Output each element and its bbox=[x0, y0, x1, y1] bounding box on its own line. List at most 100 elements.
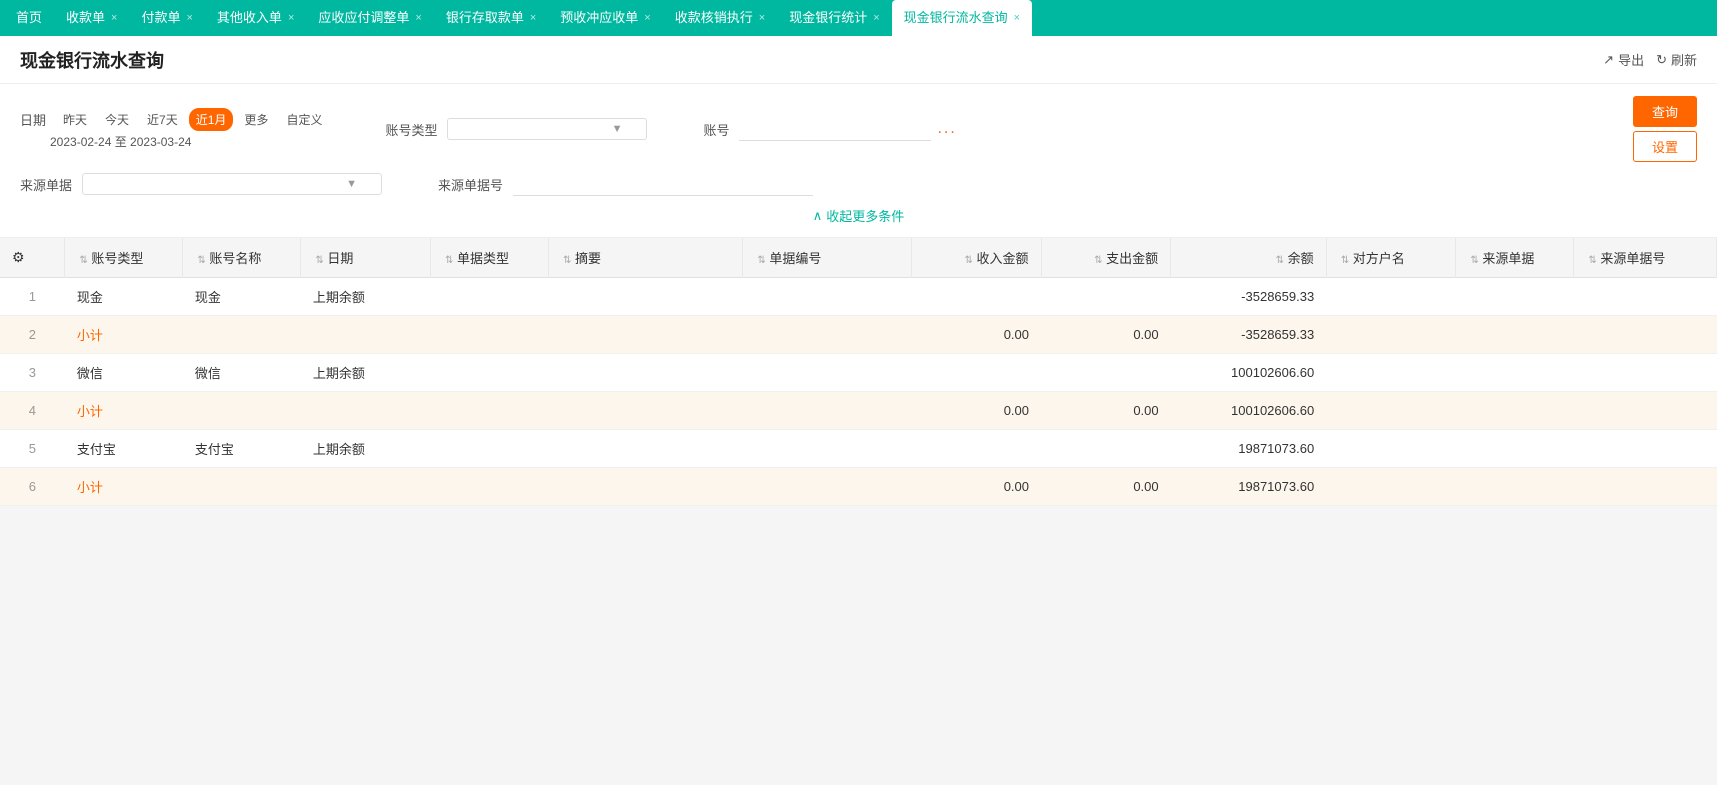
table-row: 1现金现金上期余额-3528659.33 bbox=[0, 278, 1717, 316]
account-type-select[interactable]: ▼ bbox=[447, 118, 647, 140]
nav-close-verify[interactable]: × bbox=[759, 0, 765, 36]
cell-src_doc bbox=[1456, 278, 1574, 316]
nav-item-verify[interactable]: 收款核销执行 × bbox=[663, 0, 777, 36]
collapse-label: 收起更多条件 bbox=[826, 206, 904, 225]
th-src-doc[interactable]: ⇅ 来源单据 bbox=[1456, 238, 1574, 278]
cell-abstract bbox=[548, 278, 742, 316]
nav-close-other-income[interactable]: × bbox=[288, 0, 294, 36]
cell-date: 上期余额 bbox=[301, 430, 431, 468]
collapse-button[interactable]: ∧ 收起更多条件 bbox=[20, 206, 1697, 225]
date-7days[interactable]: 近7天 bbox=[140, 108, 185, 131]
page-title: 现金银行流水查询 bbox=[20, 47, 164, 73]
sort-icon-date: ⇅ bbox=[315, 255, 323, 266]
nav-item-adjustment[interactable]: 应收应付调整单 × bbox=[306, 0, 433, 36]
cell-doc_type bbox=[430, 468, 548, 506]
date-today[interactable]: 今天 bbox=[98, 108, 136, 131]
account-ellipsis-button[interactable]: ... bbox=[937, 120, 956, 138]
cell-src_doc bbox=[1456, 316, 1574, 354]
cell-abstract bbox=[548, 430, 742, 468]
nav-item-stats[interactable]: 现金银行统计 × bbox=[777, 0, 891, 36]
nav-item-bank-deposit[interactable]: 银行存取款单 × bbox=[434, 0, 548, 36]
table-row: 2小计0.000.00-3528659.33 bbox=[0, 316, 1717, 354]
gear-icon[interactable]: ⚙ bbox=[12, 249, 25, 265]
table-row: 4小计0.000.00100102606.60 bbox=[0, 392, 1717, 430]
nav-close-receipt[interactable]: × bbox=[111, 0, 117, 36]
sort-icon-counterparty: ⇅ bbox=[1341, 255, 1349, 266]
cell-counterparty bbox=[1326, 354, 1456, 392]
cell-income: 0.00 bbox=[911, 468, 1041, 506]
cell-counterparty bbox=[1326, 468, 1456, 506]
cell-income bbox=[911, 278, 1041, 316]
setting-button[interactable]: 设置 bbox=[1633, 131, 1697, 162]
th-doc-type[interactable]: ⇅ 单据类型 bbox=[430, 238, 548, 278]
nav-close-stats[interactable]: × bbox=[873, 0, 879, 36]
sort-icon-income: ⇅ bbox=[964, 255, 972, 266]
th-date[interactable]: ⇅ 日期 bbox=[301, 238, 431, 278]
cell-acct_type: 支付宝 bbox=[65, 430, 183, 468]
th-src-doc-num[interactable]: ⇅ 来源单据号 bbox=[1574, 238, 1717, 278]
refresh-label: 刷新 bbox=[1671, 50, 1697, 69]
date-more[interactable]: 更多 bbox=[237, 108, 275, 131]
date-custom[interactable]: 自定义 bbox=[279, 108, 329, 131]
nav-close-prepay[interactable]: × bbox=[644, 0, 650, 36]
source-doc-chevron-icon: ▼ bbox=[346, 178, 357, 190]
account-input[interactable] bbox=[739, 117, 931, 141]
source-doc-num-input[interactable] bbox=[513, 172, 813, 196]
th-settings[interactable]: ⚙ bbox=[0, 238, 65, 278]
cell-acct_name bbox=[183, 392, 301, 430]
cell-abstract bbox=[548, 354, 742, 392]
sort-icon-expense: ⇅ bbox=[1094, 255, 1102, 266]
th-expense[interactable]: ⇅ 支出金额 bbox=[1041, 238, 1171, 278]
nav-label-prepay: 预收冲应收单 bbox=[560, 0, 638, 36]
th-acct-name[interactable]: ⇅ 账号名称 bbox=[183, 238, 301, 278]
th-income[interactable]: ⇅ 收入金额 bbox=[911, 238, 1041, 278]
th-acct-type[interactable]: ⇅ 账号类型 bbox=[65, 238, 183, 278]
nav-label-stats: 现金银行统计 bbox=[789, 0, 867, 36]
nav-item-receipt[interactable]: 收款单 × bbox=[54, 0, 129, 36]
th-abstract[interactable]: ⇅ 摘要 bbox=[548, 238, 742, 278]
nav-label-home: 首页 bbox=[16, 0, 42, 36]
cell-num: 5 bbox=[0, 430, 65, 468]
th-counterparty[interactable]: ⇅ 对方户名 bbox=[1326, 238, 1456, 278]
nav-item-home[interactable]: 首页 bbox=[4, 0, 54, 36]
table-row: 6小计0.000.0019871073.60 bbox=[0, 468, 1717, 506]
th-balance[interactable]: ⇅ 余额 bbox=[1171, 238, 1327, 278]
date-shortcuts: 昨天 今天 近7天 近1月 更多 自定义 bbox=[56, 108, 329, 131]
top-nav: 首页 收款单 × 付款单 × 其他收入单 × 应收应付调整单 × 银行存取款单 … bbox=[0, 0, 1717, 36]
date-1month[interactable]: 近1月 bbox=[189, 108, 234, 131]
cell-acct_type: 微信 bbox=[65, 354, 183, 392]
cell-expense bbox=[1041, 430, 1171, 468]
nav-item-prepay[interactable]: 预收冲应收单 × bbox=[548, 0, 662, 36]
account-label: 账号 bbox=[703, 120, 729, 139]
date-yesterday[interactable]: 昨天 bbox=[56, 108, 94, 131]
export-button[interactable]: ↗ 导出 bbox=[1603, 50, 1644, 69]
query-button[interactable]: 查询 bbox=[1633, 96, 1697, 127]
cell-counterparty bbox=[1326, 430, 1456, 468]
cell-balance: 19871073.60 bbox=[1171, 430, 1327, 468]
cell-expense: 0.00 bbox=[1041, 392, 1171, 430]
cell-acct_name: 微信 bbox=[183, 354, 301, 392]
cell-acct_name bbox=[183, 468, 301, 506]
nav-close-bank-deposit[interactable]: × bbox=[530, 0, 536, 36]
export-label: 导出 bbox=[1618, 50, 1644, 69]
nav-close-adjustment[interactable]: × bbox=[415, 0, 421, 36]
cell-expense bbox=[1041, 278, 1171, 316]
sort-icon-doc-num: ⇅ bbox=[757, 255, 765, 266]
th-doc-num[interactable]: ⇅ 单据编号 bbox=[743, 238, 912, 278]
nav-item-other-income[interactable]: 其他收入单 × bbox=[205, 0, 306, 36]
cell-balance: 100102606.60 bbox=[1171, 354, 1327, 392]
cell-src_doc_num bbox=[1574, 392, 1717, 430]
refresh-button[interactable]: ↻ 刷新 bbox=[1656, 50, 1697, 69]
cell-balance: -3528659.33 bbox=[1171, 316, 1327, 354]
cell-abstract bbox=[548, 392, 742, 430]
cell-src_doc bbox=[1456, 354, 1574, 392]
cell-acct_name: 支付宝 bbox=[183, 430, 301, 468]
cell-expense: 0.00 bbox=[1041, 468, 1171, 506]
nav-close-cashflow[interactable]: × bbox=[1014, 0, 1020, 36]
cell-income: 0.00 bbox=[911, 392, 1041, 430]
filter-row-2: 来源单据 ▼ 来源单据号 bbox=[20, 172, 1697, 196]
nav-item-cashflow[interactable]: 现金银行流水查询 × bbox=[892, 0, 1032, 36]
source-doc-select[interactable]: ▼ bbox=[82, 173, 382, 195]
nav-close-payment[interactable]: × bbox=[186, 0, 192, 36]
nav-item-payment[interactable]: 付款单 × bbox=[129, 0, 204, 36]
